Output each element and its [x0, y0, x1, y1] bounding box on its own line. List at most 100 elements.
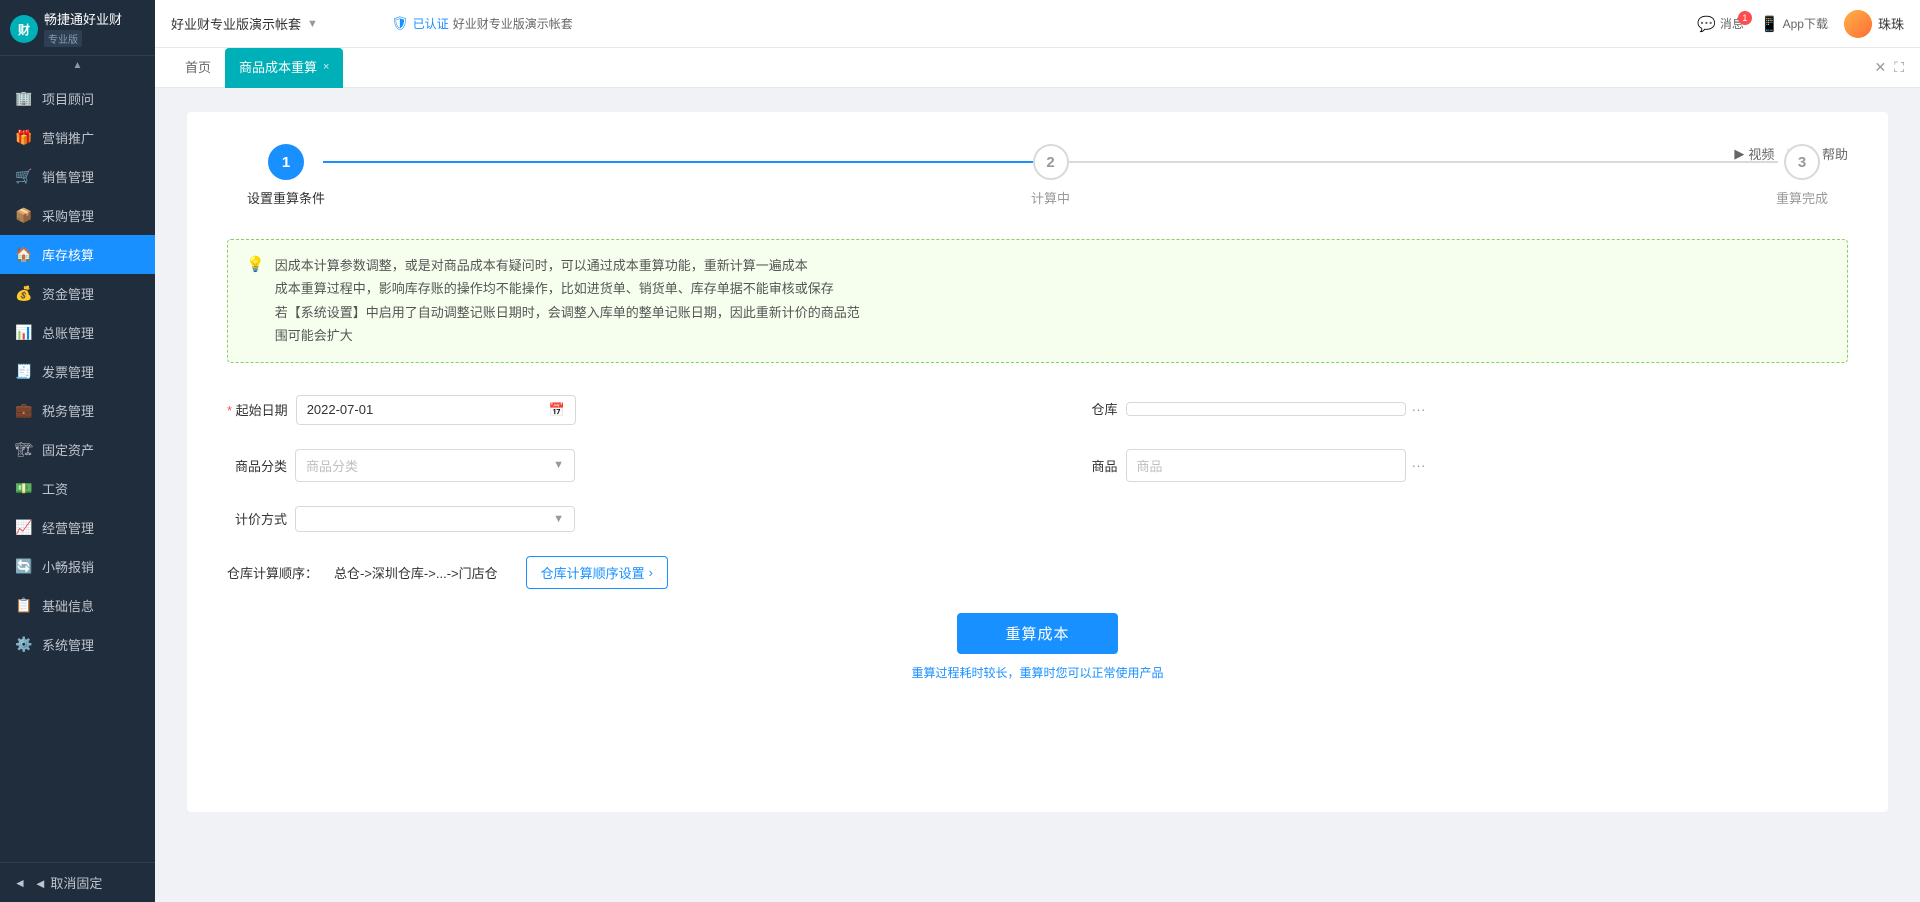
- sidebar-item-label: 总账管理: [42, 323, 94, 342]
- sidebar-item-label: 固定资产: [42, 440, 94, 459]
- tab-product-cost-label: 商品成本重算: [239, 57, 317, 76]
- step-2-label: 计算中: [1031, 188, 1070, 207]
- operation-icon: 📈: [14, 519, 34, 536]
- sidebar-unpin-button[interactable]: ◄ ◄ 取消固定: [0, 862, 155, 902]
- topbar: 好业财专业版演示帐套 ▼ 🛡 已认证 好业财专业版演示帐套 💬 消息 1 📱 A…: [155, 0, 1920, 48]
- step-2: 2 计算中: [1031, 144, 1070, 207]
- warehouse-input[interactable]: [1126, 402, 1406, 416]
- purchase-icon: 📦: [14, 207, 34, 224]
- sidebar-item-label: 资金管理: [42, 284, 94, 303]
- step-connector-2: [1068, 161, 1778, 163]
- phone-icon: 📱: [1760, 15, 1779, 33]
- warehouse-label: 仓库: [1058, 399, 1118, 418]
- content-card: ▶ 视频 | ❓ 帮助 1 设置重算条件 2 计算中: [187, 112, 1888, 812]
- user-avatar-button[interactable]: 珠珠: [1844, 10, 1904, 38]
- step-3-label: 重算完成: [1776, 188, 1828, 207]
- warehouse-field: 仓库 ···: [1058, 395, 1849, 423]
- warehouse-more-icon[interactable]: ···: [1406, 395, 1432, 423]
- sidebar-nav: 🏢 项目顾问 🎁 营销推广 🛒 销售管理 📦 采购管理 🏠 库存核算 💰 资金管…: [0, 75, 155, 862]
- scroll-up-indicator[interactable]: ▲: [0, 56, 155, 75]
- avatar: [1844, 10, 1872, 38]
- order-btn-label: 仓库计算顺序设置: [541, 563, 645, 582]
- pricing-label: 计价方式: [227, 509, 287, 528]
- finance-icon: 💰: [14, 285, 34, 302]
- product-label: 商品: [1058, 456, 1118, 475]
- step-2-circle: 2: [1033, 144, 1069, 180]
- sidebar-item-salary[interactable]: 💵 工资: [0, 469, 155, 508]
- order-settings-button[interactable]: 仓库计算顺序设置 ›: [526, 556, 668, 589]
- account-selector-text: 好业财专业版演示帐套: [171, 14, 301, 33]
- topbar-actions: 💬 消息 1 📱 App下载 珠珠: [1697, 10, 1904, 38]
- tab-home[interactable]: 首页: [171, 48, 225, 88]
- start-date-input[interactable]: 2022-07-01 📅: [296, 395, 576, 425]
- close-window-button[interactable]: ✕: [1874, 59, 1886, 76]
- sidebar-bottom-label: ◄ 取消固定: [34, 873, 102, 892]
- assets-icon: 🏗: [14, 441, 34, 458]
- order-value: 总仓->深圳仓库->...->门店仓: [334, 563, 498, 582]
- tab-product-cost[interactable]: 商品成本重算 ×: [225, 48, 343, 88]
- dropdown-arrow-icon: ▼: [307, 18, 318, 30]
- sidebar-item-tax[interactable]: 💼 税务管理: [0, 391, 155, 430]
- tab-close-icon[interactable]: ×: [323, 61, 329, 73]
- pricing-field: 计价方式 ▼: [227, 506, 1018, 532]
- step-1-label: 设置重算条件: [247, 188, 325, 207]
- sidebar-item-operation[interactable]: 📈 经营管理: [0, 508, 155, 547]
- category-select[interactable]: 商品分类 ▼: [295, 449, 575, 482]
- avatar-image: [1844, 10, 1872, 38]
- form-row-3: 计价方式 ▼: [227, 506, 1848, 532]
- sidebar-item-invoice[interactable]: 🧾 发票管理: [0, 352, 155, 391]
- form-row-2: 商品分类 商品分类 ▼ 商品 商品 ···: [227, 449, 1848, 482]
- sidebar-item-expense[interactable]: 🔄 小畅报销: [0, 547, 155, 586]
- sidebar: 财 畅捷通好业财 专业版 ▲ 🏢 项目顾问 🎁 营销推广 🛒 销售管理 📦 采购…: [0, 0, 155, 902]
- message-badge: 1: [1738, 11, 1752, 25]
- logo-icon: 财: [10, 15, 38, 43]
- sidebar-item-label: 销售管理: [42, 167, 94, 186]
- sidebar-item-project[interactable]: 🏢 项目顾问: [0, 79, 155, 118]
- tabbar: 首页 商品成本重算 × ✕ ⛶: [155, 48, 1920, 88]
- steps-container: 1 设置重算条件 2 计算中 3 重算完成: [227, 144, 1848, 239]
- calendar-icon[interactable]: 📅: [549, 402, 565, 418]
- tab-home-label: 首页: [185, 57, 211, 76]
- sidebar-item-basic[interactable]: 📋 基础信息: [0, 586, 155, 625]
- recalculate-button[interactable]: 重算成本: [957, 613, 1117, 654]
- page-content: ▶ 视频 | ❓ 帮助 1 设置重算条件 2 计算中: [155, 88, 1920, 902]
- app-edition: 专业版: [44, 30, 82, 47]
- product-more-icon[interactable]: ···: [1406, 451, 1432, 479]
- order-btn-arrow-icon: ›: [649, 565, 653, 580]
- info-box-text: 因成本计算参数调整，或是对商品成本有疑问时，可以通过成本重算功能，重新计算一遍成…: [275, 254, 860, 348]
- account-selector[interactable]: 好业财专业版演示帐套 ▼: [171, 14, 371, 33]
- sidebar-item-finance[interactable]: 💰 资金管理: [0, 274, 155, 313]
- product-placeholder: 商品: [1137, 456, 1395, 475]
- order-row: 仓库计算顺序： 总仓->深圳仓库->...->门店仓 仓库计算顺序设置 ›: [227, 556, 1848, 589]
- pricing-select[interactable]: ▼: [295, 506, 575, 532]
- main-content: 好业财专业版演示帐套 ▼ 🛡 已认证 好业财专业版演示帐套 💬 消息 1 📱 A…: [155, 0, 1920, 902]
- sidebar-item-inventory[interactable]: 🏠 库存核算: [0, 235, 155, 274]
- sidebar-item-assets[interactable]: 🏗 固定资产: [0, 430, 155, 469]
- submit-hint: 重算过程耗时较长，重算时您可以正常使用产品: [227, 664, 1848, 681]
- invoice-icon: 🧾: [14, 363, 34, 380]
- submit-section: 重算成本 重算过程耗时较长，重算时您可以正常使用产品: [227, 613, 1848, 681]
- sidebar-item-system[interactable]: ⚙️ 系统管理: [0, 625, 155, 664]
- app-download-button[interactable]: 📱 App下载: [1760, 15, 1828, 33]
- message-button[interactable]: 💬 消息 1: [1697, 15, 1744, 33]
- category-placeholder: 商品分类: [306, 456, 553, 475]
- marketing-icon: 🎁: [14, 129, 34, 146]
- sidebar-item-marketing[interactable]: 🎁 营销推广: [0, 118, 155, 157]
- chevron-down-icon: ▼: [553, 459, 564, 471]
- expand-window-button[interactable]: ⛶: [1894, 59, 1904, 76]
- inventory-icon: 🏠: [14, 246, 34, 263]
- sidebar-item-accounting[interactable]: 📊 总账管理: [0, 313, 155, 352]
- product-input[interactable]: 商品: [1126, 449, 1406, 482]
- accounting-icon: 📊: [14, 324, 34, 341]
- expense-icon: 🔄: [14, 558, 34, 575]
- sidebar-item-sales[interactable]: 🛒 销售管理: [0, 157, 155, 196]
- category-field: 商品分类 商品分类 ▼: [227, 449, 1018, 482]
- pricing-chevron-down-icon: ▼: [553, 513, 564, 525]
- sales-icon: 🛒: [14, 168, 34, 185]
- sidebar-item-label: 小畅报销: [42, 557, 94, 576]
- info-line-3: 若【系统设置】中启用了自动调整记账日期时，会调整入库单的整单记账日期，因此重新计…: [275, 301, 860, 324]
- sidebar-item-purchase[interactable]: 📦 采购管理: [0, 196, 155, 235]
- step-1: 1 设置重算条件: [247, 144, 325, 207]
- verified-badge: 🛡 已认证 好业财专业版演示帐套: [391, 15, 573, 32]
- step-3-circle: 3: [1784, 144, 1820, 180]
